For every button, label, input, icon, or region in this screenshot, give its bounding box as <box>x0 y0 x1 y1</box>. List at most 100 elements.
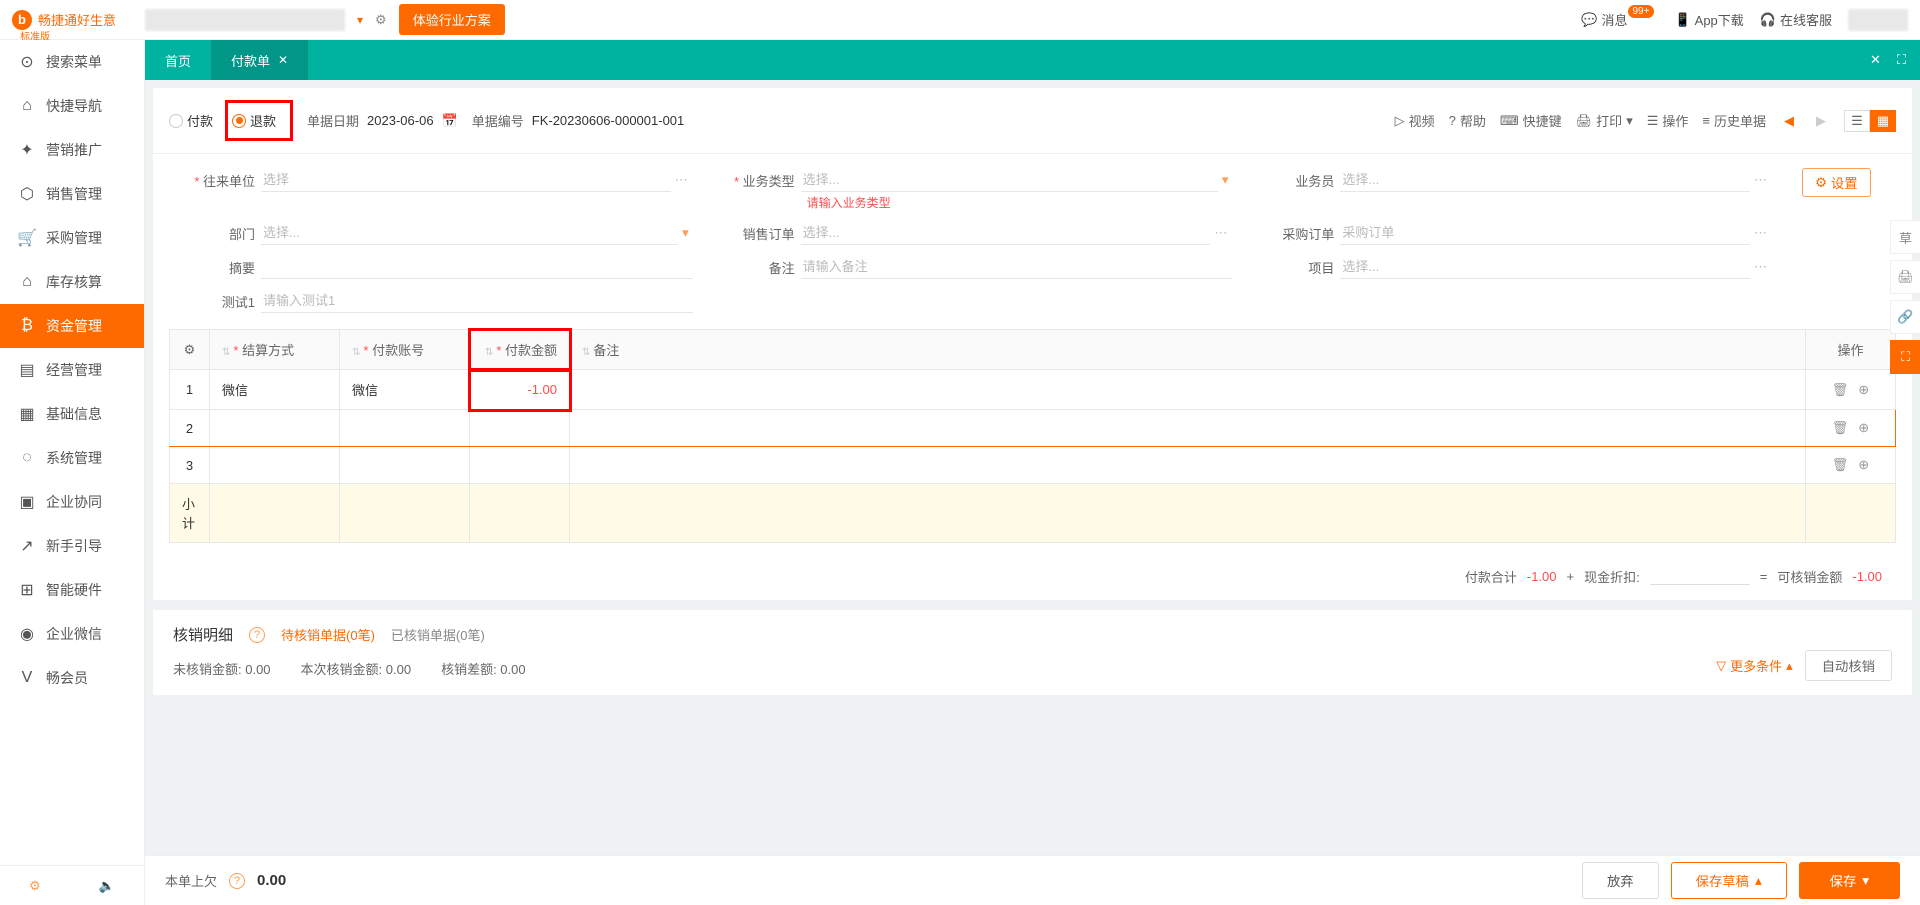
remark-input[interactable] <box>801 255 1233 279</box>
th-amount[interactable]: ⇅付款金额 <box>470 330 570 370</box>
salesorder-lookup-icon[interactable]: ⋯ <box>1210 225 1232 241</box>
table-row[interactable]: 1 微信 微信 -1.00 🗑⊕ <box>170 370 1896 410</box>
experience-plan-button[interactable]: 体验行业方案 <box>399 4 505 35</box>
calendar-icon[interactable]: 📅 <box>442 113 458 129</box>
cell-remark[interactable] <box>570 447 1806 484</box>
sidebar-item-business[interactable]: ▤经营管理 <box>0 348 144 392</box>
owe-info-icon[interactable]: ? <box>229 873 245 889</box>
shortcut-link[interactable]: ⌨快捷键 <box>1500 111 1562 130</box>
cell-account[interactable] <box>340 447 470 484</box>
sidebar-item-marketing[interactable]: ✦营销推广 <box>0 128 144 172</box>
delete-row-icon[interactable]: 🗑 <box>1832 420 1849 436</box>
cell-account[interactable] <box>340 410 470 447</box>
footer-gear-icon[interactable]: ⚙ <box>29 878 41 894</box>
verify-tab-pending[interactable]: 待核销单据(0笔) <box>281 625 375 644</box>
add-row-icon[interactable]: ⊕ <box>1858 382 1869 398</box>
radio-payment[interactable]: 付款 <box>169 111 213 130</box>
tab-close-icon[interactable]: ✕ <box>278 53 288 67</box>
dept-dropdown-icon[interactable]: ▾ <box>678 225 693 241</box>
tab-fullscreen-icon[interactable]: ⛶ <box>1893 48 1910 72</box>
cell-remark[interactable] <box>570 370 1806 410</box>
view-detail-button[interactable]: ▦ <box>1870 110 1896 132</box>
add-row-icon[interactable]: ⊕ <box>1858 420 1869 436</box>
clerk-lookup-icon[interactable]: ⋯ <box>1750 172 1772 188</box>
company-selector[interactable] <box>145 9 345 31</box>
user-avatar[interactable] <box>1848 9 1908 31</box>
project-input[interactable] <box>1340 255 1750 279</box>
view-list-button[interactable]: ☰ <box>1844 110 1870 132</box>
cell-settle[interactable]: 微信 <box>210 370 340 410</box>
online-service-link[interactable]: 🎧 在线客服 <box>1760 10 1832 29</box>
biztype-dropdown-icon[interactable]: ▾ <box>1218 172 1233 188</box>
more-conditions-link[interactable]: ▽ 更多条件 ▴ <box>1716 656 1793 675</box>
footer-sound-icon[interactable]: 🔈 <box>99 878 115 894</box>
settings-gear-icon[interactable]: ⚙ <box>375 12 387 28</box>
float-attach-icon[interactable]: 🔗 <box>1890 300 1920 334</box>
auto-verify-button[interactable]: 自动核销 <box>1805 650 1892 681</box>
sidebar-item-purchase[interactable]: 🛒采购管理 <box>0 216 144 260</box>
date-value[interactable]: 2023-06-06 <box>367 113 434 128</box>
sidebar-item-sales[interactable]: ⬡销售管理 <box>0 172 144 216</box>
th-settle[interactable]: ⇅结算方式 <box>210 330 340 370</box>
messages-link[interactable]: 💬 消息 99+ <box>1581 10 1658 29</box>
verify-tab-done[interactable]: 已核销单据(0笔) <box>391 625 485 644</box>
cell-amount[interactable] <box>470 447 570 484</box>
cell-settle[interactable] <box>210 447 340 484</box>
purchorder-input[interactable] <box>1340 221 1750 245</box>
sidebar-item-search[interactable]: ⊙搜索菜单 <box>0 40 144 84</box>
cell-amount[interactable]: -1.00 <box>470 370 570 410</box>
sidebar-item-quicknav[interactable]: ⌂快捷导航 <box>0 84 144 128</box>
summary-input[interactable] <box>261 255 693 279</box>
cell-account[interactable]: 微信 <box>340 370 470 410</box>
table-row[interactable]: 2 🗑⊕ <box>170 410 1896 447</box>
company-dropdown-icon[interactable]: ▾ <box>357 13 363 27</box>
print-link[interactable]: 🖨打印▾ <box>1576 111 1633 130</box>
cell-amount[interactable] <box>470 410 570 447</box>
float-draft-icon[interactable]: 草 <box>1890 220 1920 254</box>
sidebar-item-basicinfo[interactable]: ▦基础信息 <box>0 392 144 436</box>
sidebar-item-hardware[interactable]: ⊞智能硬件 <box>0 568 144 612</box>
sidebar-item-member[interactable]: V畅会员 <box>0 656 144 700</box>
sidebar-item-guide[interactable]: ↗新手引导 <box>0 524 144 568</box>
next-arrow-icon[interactable]: ▶ <box>1812 113 1830 129</box>
sidebar-item-collab[interactable]: ▣企业协同 <box>0 480 144 524</box>
delete-row-icon[interactable]: 🗑 <box>1832 457 1849 473</box>
float-print-icon[interactable]: 🖨 <box>1890 260 1920 294</box>
prev-arrow-icon[interactable]: ◀ <box>1780 113 1798 129</box>
vendor-lookup-icon[interactable]: ⋯ <box>671 172 693 188</box>
biztype-input[interactable] <box>801 168 1218 192</box>
history-link[interactable]: ≡历史单据 <box>1702 111 1766 130</box>
tab-close-all-icon[interactable]: ✕ <box>1866 48 1885 72</box>
float-expand-icon[interactable]: ⛶ <box>1890 340 1920 374</box>
sidebar-item-funds[interactable]: ₿资金管理 <box>0 304 144 348</box>
info-icon[interactable]: ? <box>249 627 265 643</box>
table-gear-col[interactable]: ⚙ <box>170 330 210 370</box>
settings-button[interactable]: ⚙ 设置 <box>1802 168 1871 197</box>
tab-payment[interactable]: 付款单 ✕ <box>211 40 308 80</box>
cell-remark[interactable] <box>570 410 1806 447</box>
save-draft-button[interactable]: 保存草稿 ▴ <box>1671 862 1787 899</box>
sidebar-item-system[interactable]: ◌系统管理 <box>0 436 144 480</box>
dept-input[interactable] <box>261 221 678 245</box>
save-button[interactable]: 保存 ▾ <box>1799 862 1900 899</box>
video-link[interactable]: ▷视频 <box>1395 111 1435 130</box>
clerk-input[interactable] <box>1340 168 1750 192</box>
sidebar-item-wechat[interactable]: ◉企业微信 <box>0 612 144 656</box>
tab-home[interactable]: 首页 <box>145 40 211 80</box>
salesorder-input[interactable] <box>801 221 1211 245</box>
th-remark[interactable]: ⇅备注 <box>570 330 1806 370</box>
delete-row-icon[interactable]: 🗑 <box>1832 382 1849 398</box>
purchorder-lookup-icon[interactable]: ⋯ <box>1750 225 1772 241</box>
project-lookup-icon[interactable]: ⋯ <box>1750 259 1772 275</box>
discount-input[interactable] <box>1650 569 1750 585</box>
help-link[interactable]: ?帮助 <box>1449 111 1486 130</box>
radio-refund[interactable]: 退款 <box>232 111 276 130</box>
th-account[interactable]: ⇅付款账号 <box>340 330 470 370</box>
app-download-link[interactable]: 📱 App下载 <box>1674 10 1743 29</box>
sidebar-item-inventory[interactable]: ⌂库存核算 <box>0 260 144 304</box>
add-row-icon[interactable]: ⊕ <box>1858 457 1869 473</box>
operate-link[interactable]: ☰操作 <box>1647 111 1689 130</box>
table-row[interactable]: 3 🗑⊕ <box>170 447 1896 484</box>
discard-button[interactable]: 放弃 <box>1582 862 1659 899</box>
test1-input[interactable] <box>261 289 693 313</box>
